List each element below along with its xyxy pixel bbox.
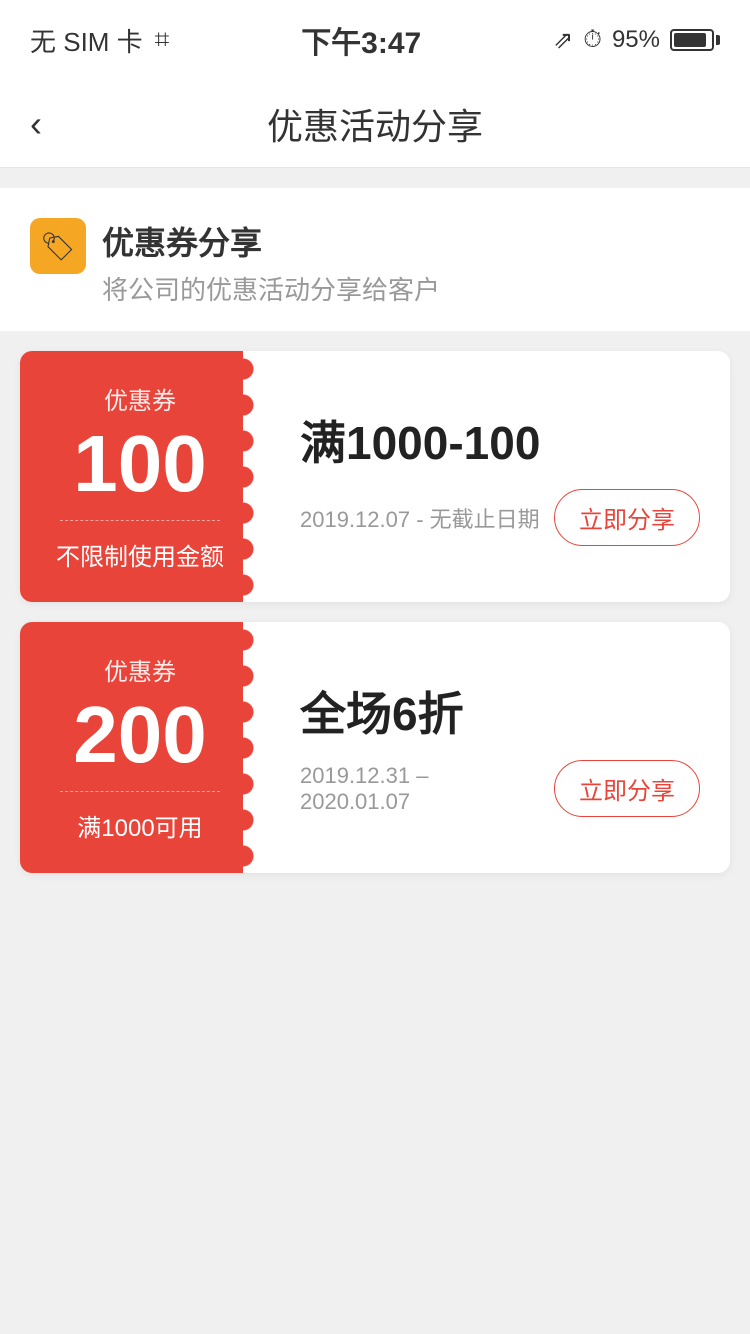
coupon-card-1: 优惠券 100 不限制使用金额 满1000-100 2019.12.07 - 无… xyxy=(20,351,730,602)
coupon-date-1: 2019.12.07 - 无截止日期 xyxy=(300,502,542,534)
nav-bar: ‹ 优惠活动分享 xyxy=(0,80,750,168)
coupon-label-1: 优惠券 xyxy=(104,381,176,416)
section-text: 优惠券分享 将公司的优惠活动分享给客户 xyxy=(102,218,440,307)
coupon-amount-1: 100 xyxy=(73,424,206,504)
battery-icon xyxy=(670,29,720,51)
coupon-left-2: 优惠券 200 满1000可用 xyxy=(20,622,260,873)
coupon-right-1: 满1000-100 2019.12.07 - 无截止日期 立即分享 xyxy=(260,351,730,602)
location-icon: ⇗ xyxy=(553,26,573,55)
alarm-icon: ⏱ xyxy=(583,26,602,54)
share-button-1[interactable]: 立即分享 xyxy=(554,489,700,546)
coupon-footer-1: 2019.12.07 - 无截止日期 立即分享 xyxy=(300,489,700,546)
status-time: 下午3:47 xyxy=(301,18,421,62)
coupon-title-2: 全场6折 xyxy=(300,678,700,744)
back-button[interactable]: ‹ xyxy=(30,103,42,145)
coupon-divider-1 xyxy=(60,520,220,521)
coupon-date-2: 2019.12.31 – 2020.01.07 xyxy=(300,763,542,815)
section-header: 🏷 优惠券分享 将公司的优惠活动分享给客户 xyxy=(0,188,750,331)
coupon-left-1: 优惠券 100 不限制使用金额 xyxy=(20,351,260,602)
coupon-title-1: 满1000-100 xyxy=(300,407,700,473)
coupon-right-2: 全场6折 2019.12.31 – 2020.01.07 立即分享 xyxy=(260,622,730,873)
section-icon: 🏷 xyxy=(30,218,86,274)
status-right: ⇗ ⏱ 95% xyxy=(553,26,720,55)
status-left: 无 SIM 卡 ⌗ xyxy=(30,22,169,59)
coupon-condition-1: 不限制使用金额 xyxy=(56,537,224,572)
carrier-text: 无 SIM 卡 xyxy=(30,22,143,59)
battery-pct: 95% xyxy=(612,26,660,54)
coupon-amount-2: 200 xyxy=(73,695,206,775)
section-title: 优惠券分享 xyxy=(102,218,440,264)
coupon-label-2: 优惠券 xyxy=(104,652,176,687)
coupon-icon: 🏷 xyxy=(40,230,76,263)
coupon-card-2: 优惠券 200 满1000可用 全场6折 2019.12.31 – 2020.0… xyxy=(20,622,730,873)
coupon-footer-2: 2019.12.31 – 2020.01.07 立即分享 xyxy=(300,760,700,817)
status-bar: 无 SIM 卡 ⌗ 下午3:47 ⇗ ⏱ 95% xyxy=(0,0,750,80)
section-subtitle: 将公司的优惠活动分享给客户 xyxy=(102,270,440,307)
coupon-divider-2 xyxy=(60,791,220,792)
wifi-icon: ⌗ xyxy=(155,24,170,56)
coupons-container: 优惠券 100 不限制使用金额 满1000-100 2019.12.07 - 无… xyxy=(0,331,750,893)
share-button-2[interactable]: 立即分享 xyxy=(554,760,700,817)
coupon-condition-2: 满1000可用 xyxy=(77,808,202,843)
page-title: 优惠活动分享 xyxy=(267,98,483,150)
